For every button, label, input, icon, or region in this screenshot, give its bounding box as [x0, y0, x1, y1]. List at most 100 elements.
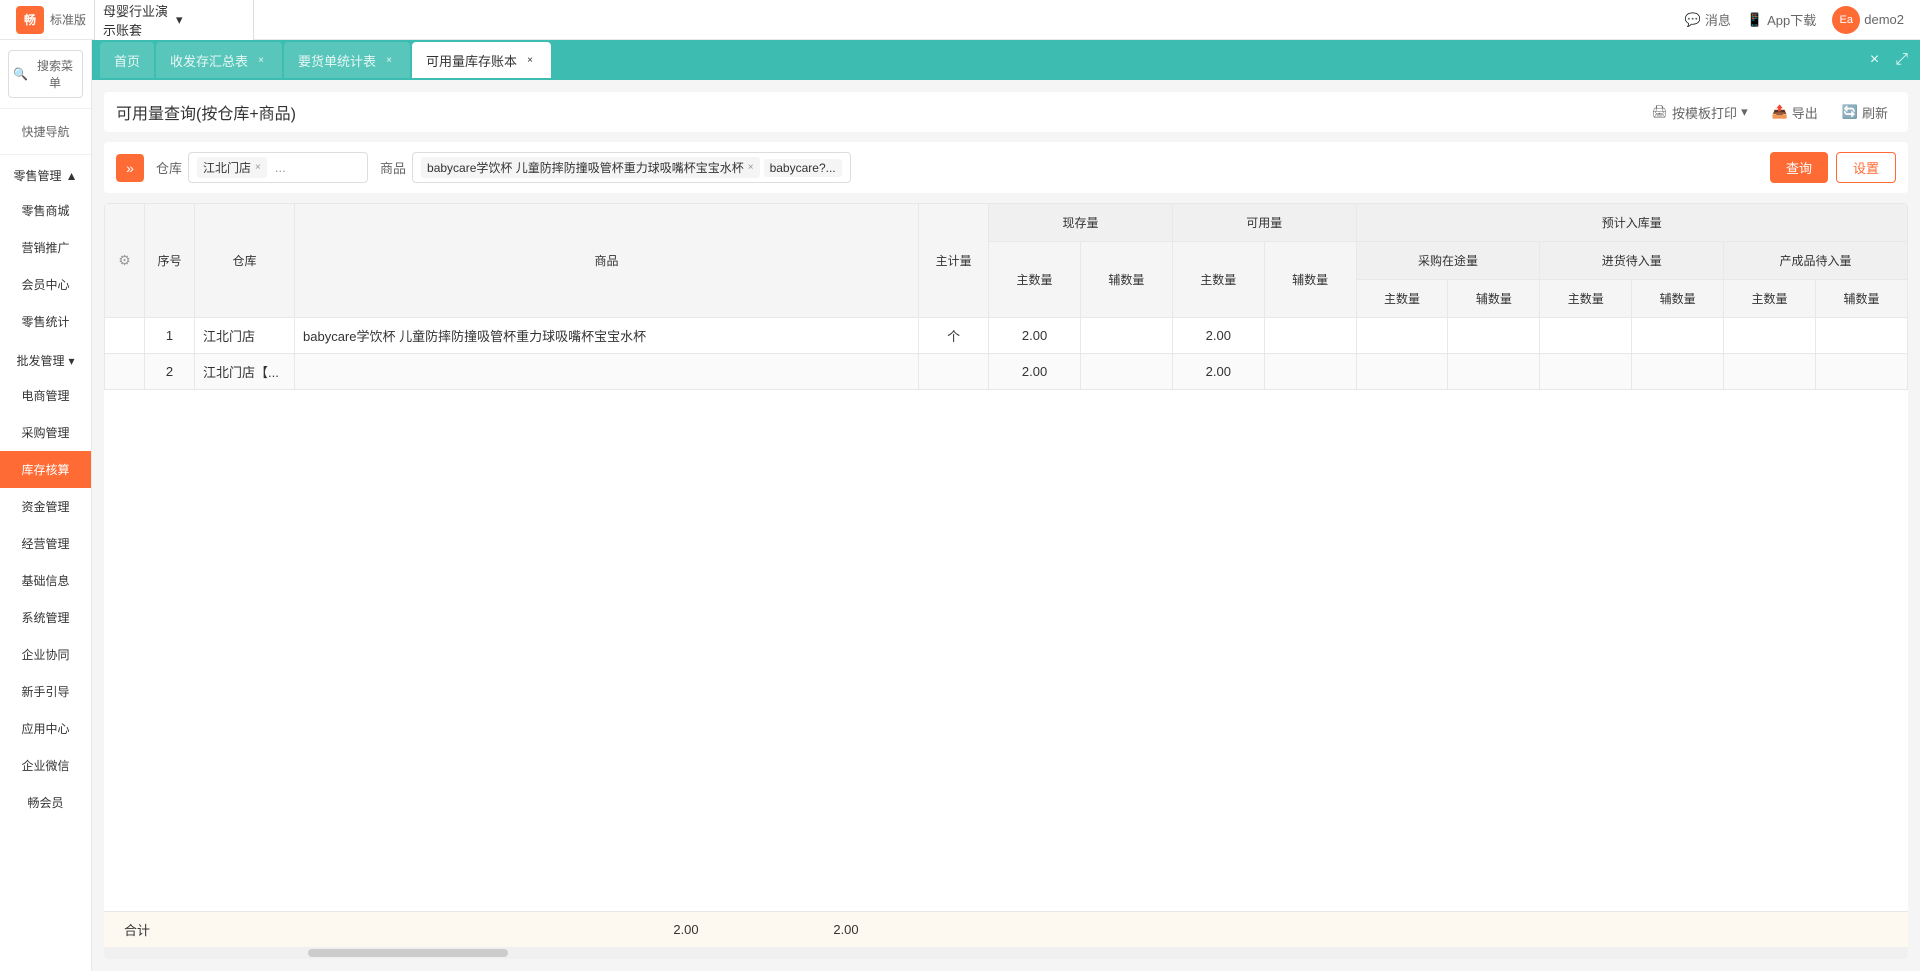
- sidebar-item-inventory[interactable]: 库存核算: [0, 451, 91, 488]
- th-product: 商品: [295, 204, 919, 318]
- tab-available-inventory-close[interactable]: ×: [523, 53, 537, 67]
- tab-receipt-summary[interactable]: 收发存汇总表 ×: [156, 42, 282, 78]
- th-forecast-group: 预计入库量: [1356, 204, 1907, 242]
- sidebar-item-finance[interactable]: 资金管理: [0, 488, 91, 525]
- sidebar-item-vip-member[interactable]: 畅会员: [0, 784, 91, 821]
- tab-bar: 首页 收发存汇总表 × 要货单统计表 × 可用量库存账本 × × ⤢: [92, 40, 1920, 80]
- content-area: 首页 收发存汇总表 × 要货单统计表 × 可用量库存账本 × × ⤢: [92, 40, 1920, 971]
- scroll-thumb[interactable]: [308, 949, 508, 957]
- tab-receipt-summary-close[interactable]: ×: [254, 53, 268, 67]
- enterprise-label: 企业协同: [21, 646, 69, 663]
- search-icon: 🔍: [13, 67, 28, 81]
- export-button[interactable]: 📤 导出: [1764, 99, 1826, 126]
- sidebar: 🔍 搜索菜单 快捷导航 零售管理 ▲ 零售商城 营销推广 会员中心: [0, 40, 92, 971]
- expand-button[interactable]: ⤢: [1891, 47, 1912, 73]
- sidebar-item-retail-mall[interactable]: 零售商城: [0, 192, 91, 229]
- cell-stock-sub-1: [1080, 318, 1172, 354]
- cell-available-sub-1: [1264, 318, 1356, 354]
- search-menu-label: 搜索菜单: [32, 57, 78, 91]
- tab-available-inventory[interactable]: 可用量库存账本 ×: [412, 42, 551, 78]
- system-label: 系统管理: [21, 609, 69, 626]
- table-row: 1 江北门店 babycare学饮杯 儿童防摔防撞吸管杯重力球吸嘴杯宝宝水杯 个…: [105, 318, 1908, 354]
- inventory-label: 库存核算: [21, 461, 69, 478]
- cell-warehouse-2: 江北门店【...: [195, 354, 295, 390]
- horizontal-scrollbar[interactable]: [104, 947, 1908, 959]
- quick-nav-label: 快捷导航: [21, 125, 69, 139]
- app-download-label: App下载: [1767, 10, 1816, 29]
- product-filter-input[interactable]: babycare学饮杯 儿童防摔防撞吸管杯重力球吸嘴杯宝宝水杯 × babyca…: [412, 152, 851, 183]
- sidebar-item-ecommerce[interactable]: 电商管理: [0, 377, 91, 414]
- warehouse-filter-ellipsis[interactable]: ...: [271, 160, 290, 175]
- page-content: 可用量查询(按仓库+商品) 🖨 按模板打印 ▾ 📤 导出 🔄 刷新: [92, 80, 1920, 971]
- tab-order-stats[interactable]: 要货单统计表 ×: [284, 42, 410, 78]
- export-icon: 📤: [1772, 104, 1788, 120]
- th-row-num: 序号: [145, 204, 195, 318]
- sidebar-item-enterprise-wechat[interactable]: 企业微信: [0, 747, 91, 784]
- sidebar-item-retail-stats[interactable]: 零售统计: [0, 303, 91, 340]
- tab-bar-actions: × ⤢: [1866, 47, 1912, 73]
- th-purchase-main: 主数量: [1356, 280, 1448, 318]
- message-button[interactable]: 💬 消息: [1685, 10, 1731, 29]
- print-arrow-icon: ▾: [1741, 104, 1748, 120]
- warehouse-filter-input[interactable]: 江北门店 × ...: [188, 152, 368, 183]
- cell-purchase-main-2: [1356, 354, 1448, 390]
- store-selector[interactable]: 母婴行业演示账套 ▾: [94, 0, 254, 44]
- sidebar-item-enterprise[interactable]: 企业协同: [0, 636, 91, 673]
- th-available-main: 主数量: [1172, 242, 1264, 318]
- user-name: demo2: [1864, 12, 1904, 27]
- cell-incoming-sub-2: [1632, 354, 1724, 390]
- cell-row-num-2: 2: [145, 354, 195, 390]
- user-profile[interactable]: Ea demo2: [1832, 6, 1904, 34]
- th-purchase-sub: 辅数量: [1448, 280, 1540, 318]
- sidebar-item-purchase[interactable]: 采购管理: [0, 414, 91, 451]
- cell-settings-2: [105, 354, 145, 390]
- app-center-label: 应用中心: [21, 720, 69, 737]
- app-download-button[interactable]: 📱 App下载: [1747, 10, 1816, 29]
- tab-order-stats-close[interactable]: ×: [382, 53, 396, 67]
- th-product-sub: 辅数量: [1815, 280, 1907, 318]
- sidebar-item-app-center[interactable]: 应用中心: [0, 710, 91, 747]
- product-tag-label-2: babycare?...: [770, 161, 836, 175]
- avatar: Ea: [1832, 6, 1860, 34]
- settings-button[interactable]: 设置: [1836, 152, 1896, 183]
- sidebar-item-marketing[interactable]: 营销推广: [0, 229, 91, 266]
- search-menu-button[interactable]: 🔍 搜索菜单: [8, 50, 83, 98]
- tab-available-inventory-label: 可用量库存账本: [426, 51, 517, 70]
- brand-name: 标准版: [50, 11, 86, 28]
- cell-unit-1: 个: [919, 318, 989, 354]
- filter-bar: » 仓库 江北门店 × ... 商品: [104, 142, 1908, 193]
- sidebar-item-basic-info[interactable]: 基础信息: [0, 562, 91, 599]
- query-button[interactable]: 查询: [1770, 152, 1828, 183]
- cell-warehouse-1: 江北门店: [195, 318, 295, 354]
- cell-incoming-main-2: [1540, 354, 1632, 390]
- sidebar-item-new-guide[interactable]: 新手引导: [0, 673, 91, 710]
- refresh-icon: 🔄: [1842, 104, 1858, 120]
- tab-receipt-summary-label: 收发存汇总表: [170, 51, 248, 70]
- close-all-tabs-button[interactable]: ×: [1866, 47, 1883, 73]
- product-filter-group: 商品 babycare学饮杯 儿童防摔防撞吸管杯重力球吸嘴杯宝宝水杯 × bab…: [380, 152, 851, 183]
- cell-product-2: [295, 354, 919, 390]
- filter-toggle-button[interactable]: »: [116, 154, 144, 182]
- top-bar-left: 畅 标准版 母婴行业演示账套 ▾: [16, 0, 254, 44]
- message-label: 消息: [1705, 10, 1731, 29]
- refresh-button[interactable]: 🔄 刷新: [1834, 99, 1896, 126]
- table-container[interactable]: ⚙ 序号 仓库 商品 主计量 现存量 可用量 预计入库量: [104, 203, 1908, 911]
- column-settings-icon[interactable]: ⚙: [118, 252, 131, 268]
- th-settings[interactable]: ⚙: [105, 204, 145, 318]
- sidebar-item-quick-nav[interactable]: 快捷导航: [0, 115, 91, 148]
- print-button[interactable]: 🖨 按模板打印 ▾: [1644, 99, 1756, 126]
- warehouse-tag-close[interactable]: ×: [255, 162, 261, 173]
- sidebar-item-system[interactable]: 系统管理: [0, 599, 91, 636]
- sidebar-item-member-center[interactable]: 会员中心: [0, 266, 91, 303]
- sidebar-section-header-wholesale[interactable]: 批发管理 ▾: [0, 344, 91, 377]
- sidebar-section-header-retail[interactable]: 零售管理 ▲: [0, 159, 91, 192]
- purchase-label: 采购管理: [21, 424, 69, 441]
- product-tag-close-1[interactable]: ×: [748, 162, 754, 173]
- sidebar-item-operations[interactable]: 经营管理: [0, 525, 91, 562]
- cell-product-main-2: [1724, 354, 1816, 390]
- filter-actions: 查询 设置: [1770, 152, 1896, 183]
- member-center-label: 会员中心: [21, 276, 69, 293]
- tab-home[interactable]: 首页: [100, 42, 154, 78]
- refresh-label: 刷新: [1862, 103, 1888, 122]
- table-footer: 合计 2.00 2.00: [104, 911, 1908, 947]
